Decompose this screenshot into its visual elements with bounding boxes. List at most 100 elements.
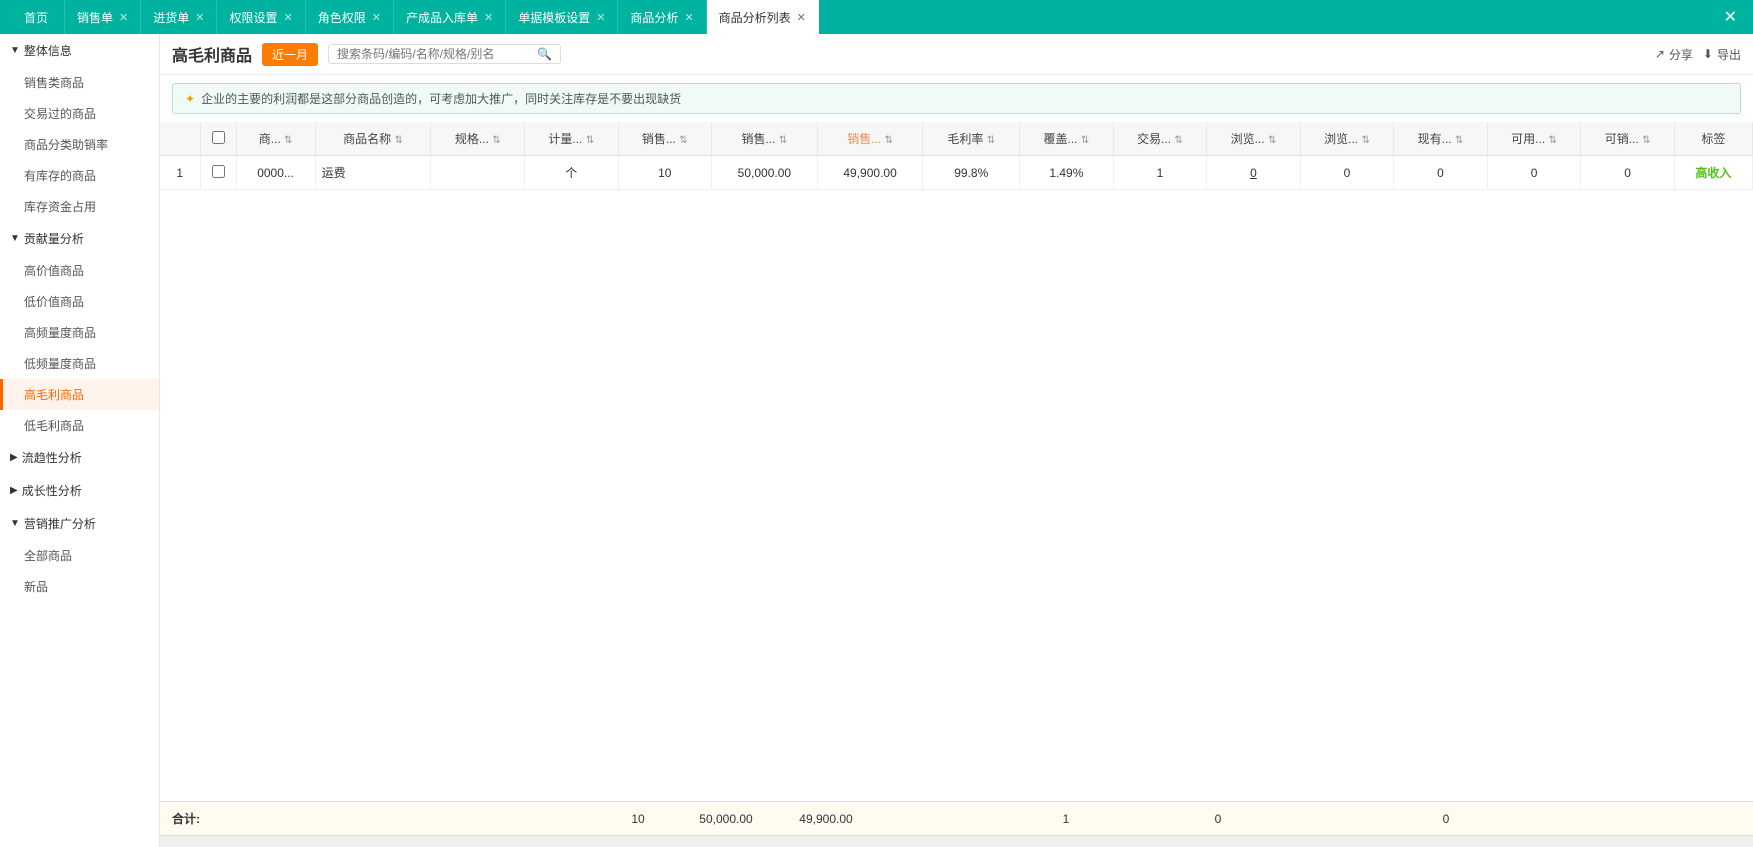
- sidebar-item-low-freq[interactable]: 低频量度商品: [0, 348, 159, 379]
- sidebar-item-low-margin[interactable]: 低毛利商品: [0, 410, 159, 441]
- window-close-button[interactable]: ✕: [1716, 7, 1745, 27]
- horizontal-scrollbar[interactable]: [160, 835, 1753, 847]
- sort-icon: ⇅: [586, 135, 594, 146]
- browse1-link[interactable]: 0: [1250, 166, 1257, 180]
- sidebar-group-trend[interactable]: ▶ 流趋性分析: [0, 441, 159, 474]
- col-checkbox[interactable]: [200, 122, 236, 156]
- close-icon[interactable]: ✕: [684, 11, 693, 24]
- sidebar-item-stocked-goods[interactable]: 有库存的商品: [0, 160, 159, 191]
- close-icon[interactable]: ✕: [195, 11, 204, 24]
- col-name[interactable]: 商品名称 ⇅: [315, 122, 431, 156]
- col-saleable[interactable]: 可销... ⇅: [1581, 122, 1675, 156]
- close-icon[interactable]: ✕: [797, 11, 806, 24]
- search-icon[interactable]: 🔍: [537, 47, 552, 61]
- select-all-checkbox[interactable]: [212, 131, 225, 144]
- row-index: 1: [160, 156, 200, 190]
- sort-icon: ⇅: [987, 135, 995, 146]
- sidebar-group-contribution[interactable]: ▼ 贡献量分析: [0, 222, 159, 255]
- sidebar-group-overall[interactable]: ▼ 整体信息: [0, 34, 159, 67]
- row-name: 运费: [315, 156, 431, 190]
- export-icon: ⬇: [1703, 47, 1713, 61]
- export-button[interactable]: ⬇ 导出: [1703, 46, 1741, 63]
- sidebar-collapse-button[interactable]: «: [159, 84, 160, 108]
- sidebar-item-new-goods[interactable]: 新品: [0, 571, 159, 602]
- sidebar-item-high-value[interactable]: 高价值商品: [0, 255, 159, 286]
- tab-purchase-order[interactable]: 进货单 ✕: [141, 0, 217, 34]
- table-row: 1 0000... 运费 个 10 50,000.00 49,900.00 99…: [160, 156, 1753, 190]
- sidebar-group-growth[interactable]: ▶ 成长性分析: [0, 474, 159, 507]
- row-spec: [431, 156, 525, 190]
- col-sales1[interactable]: 销售... ⇅: [618, 122, 712, 156]
- col-tag: 标签: [1674, 122, 1752, 156]
- sort-icon: ⇅: [679, 135, 687, 146]
- footer-sales2: 50,000.00: [676, 812, 776, 826]
- sidebar-item-low-value[interactable]: 低价值商品: [0, 286, 159, 317]
- tab-template-settings[interactable]: 单据模板设置 ✕: [506, 0, 618, 34]
- sidebar-item-sales-goods[interactable]: 销售类商品: [0, 67, 159, 98]
- data-table: 商... ⇅ 商品名称 ⇅ 规格... ⇅ 计量...: [160, 122, 1753, 190]
- col-transaction[interactable]: 交易... ⇅: [1113, 122, 1207, 156]
- col-coverage[interactable]: 覆盖... ⇅: [1020, 122, 1114, 156]
- row-sales3: 49,900.00: [817, 156, 923, 190]
- col-browse1[interactable]: 浏览... ⇅: [1207, 122, 1301, 156]
- footer-coverage-blank: [952, 812, 1028, 826]
- sidebar-item-high-margin[interactable]: 高毛利商品: [0, 379, 159, 410]
- share-button[interactable]: ↗ 分享: [1655, 46, 1693, 63]
- close-icon[interactable]: ✕: [119, 11, 128, 24]
- row-sales2: 50,000.00: [712, 156, 818, 190]
- col-code[interactable]: 商... ⇅: [236, 122, 315, 156]
- sidebar-item-traded-goods[interactable]: 交易过的商品: [0, 98, 159, 129]
- sort-icon: ⇅: [1268, 135, 1276, 146]
- col-sales3[interactable]: 销售... ⇅: [817, 122, 923, 156]
- sidebar-item-all-goods[interactable]: 全部商品: [0, 540, 159, 571]
- tab-sales-order[interactable]: 销售单 ✕: [65, 0, 141, 34]
- col-available[interactable]: 可用... ⇅: [1487, 122, 1581, 156]
- tab-role-permission[interactable]: 角色权限 ✕: [306, 0, 394, 34]
- close-icon[interactable]: ✕: [596, 11, 605, 24]
- col-sales2[interactable]: 销售... ⇅: [712, 122, 818, 156]
- sort-icon: ⇅: [1455, 135, 1463, 146]
- search-input[interactable]: [337, 47, 537, 61]
- tab-finished-product[interactable]: 产成品入库单 ✕: [394, 0, 506, 34]
- row-coverage: 1.49%: [1020, 156, 1114, 190]
- chevron-right-icon: ▶: [10, 452, 18, 463]
- bulb-icon: ✦: [185, 92, 195, 106]
- tab-product-analysis[interactable]: 商品分析 ✕: [618, 0, 706, 34]
- sidebar-item-stock-capital[interactable]: 库存资金占用: [0, 191, 159, 222]
- col-current[interactable]: 现有... ⇅: [1394, 122, 1488, 156]
- filter-period-button[interactable]: 近一月: [262, 43, 318, 66]
- col-spec[interactable]: 规格... ⇅: [431, 122, 525, 156]
- footer-transaction: 1: [1028, 812, 1104, 826]
- close-icon[interactable]: ✕: [284, 11, 293, 24]
- sort-icon: ⇅: [395, 135, 403, 146]
- sidebar-group-marketing[interactable]: ▼ 营销推广分析: [0, 507, 159, 540]
- tab-home[interactable]: 首页: [8, 0, 65, 34]
- top-navigation: 首页 销售单 ✕ 进货单 ✕ 权限设置 ✕ 角色权限 ✕ 产成品入库单 ✕ 单据…: [0, 0, 1753, 34]
- close-icon[interactable]: ✕: [484, 11, 493, 24]
- row-checkbox[interactable]: [212, 165, 225, 178]
- footer-browse2: 0: [1180, 812, 1256, 826]
- footer-sales1: 10: [600, 812, 676, 826]
- col-unit[interactable]: 计量... ⇅: [524, 122, 618, 156]
- row-tag: 高收入: [1674, 156, 1752, 190]
- row-saleable: 0: [1581, 156, 1675, 190]
- tab-product-analysis-list[interactable]: 商品分析列表 ✕: [707, 0, 819, 34]
- col-gross-rate[interactable]: 毛利率 ⇅: [923, 122, 1020, 156]
- action-buttons: ↗ 分享 ⬇ 导出: [1655, 46, 1741, 63]
- col-browse2[interactable]: 浏览... ⇅: [1300, 122, 1394, 156]
- footer-cell-blank4: [448, 812, 524, 826]
- footer-cell-blank2: [296, 812, 372, 826]
- sort-icon: ⇅: [1642, 135, 1650, 146]
- sort-icon: ⇅: [284, 135, 292, 146]
- row-checkbox-cell[interactable]: [200, 156, 236, 190]
- tab-permission-settings[interactable]: 权限设置 ✕: [217, 0, 305, 34]
- footer-cell-blank1: [220, 812, 296, 826]
- row-browse1[interactable]: 0: [1207, 156, 1301, 190]
- row-available: 0: [1487, 156, 1581, 190]
- sidebar-item-category-rate[interactable]: 商品分类助销率: [0, 129, 159, 160]
- close-icon[interactable]: ✕: [372, 11, 381, 24]
- sort-icon: ⇅: [1549, 135, 1557, 146]
- table-container[interactable]: 商... ⇅ 商品名称 ⇅ 规格... ⇅ 计量...: [160, 122, 1753, 801]
- footer-cells: 10 50,000.00 49,900.00 1 0 0: [220, 812, 1741, 826]
- sidebar-item-high-freq[interactable]: 高频量度商品: [0, 317, 159, 348]
